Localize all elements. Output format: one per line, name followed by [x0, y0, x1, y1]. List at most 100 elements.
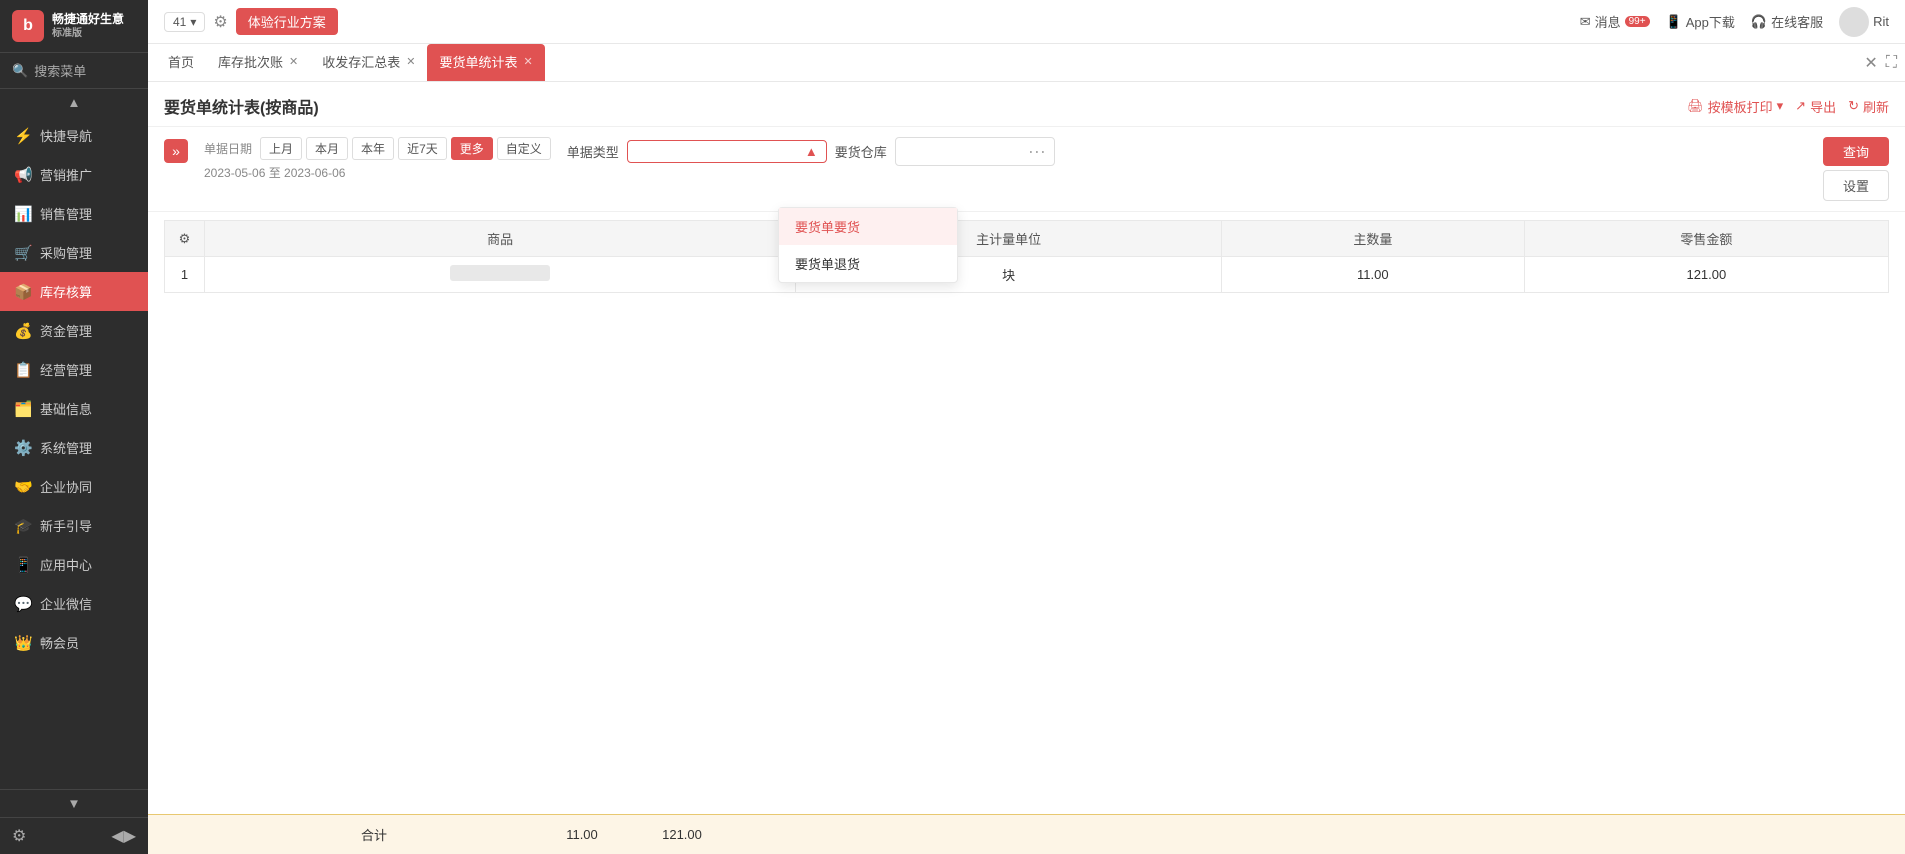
filter-expand-btn[interactable]: » — [164, 139, 188, 163]
main-area: 41 ▾ ⚙ 体验行业方案 ✉ 消息 99+ 📱 App下载 🎧 在线客服 R — [148, 0, 1905, 854]
table-container: ⚙ 商品 主计量单位 主数量 零售金额 1 — [148, 220, 1905, 293]
date-btn-this-year[interactable]: 本年 — [352, 137, 394, 160]
data-table: ⚙ 商品 主计量单位 主数量 零售金额 1 — [164, 220, 1889, 293]
app-logo-icon: b — [12, 10, 44, 42]
sidebar-logo: b 畅捷通好生意 标准版 — [0, 0, 148, 53]
tabs-actions: ✕ ⛶ — [1864, 53, 1897, 73]
sidebar-item-inventory[interactable]: 📦 库存核算 — [0, 272, 148, 311]
online-service-btn[interactable]: 🎧 在线客服 — [1751, 12, 1823, 31]
sidebar-search[interactable]: 🔍 搜索菜单 — [0, 53, 148, 88]
col-settings[interactable]: ⚙ — [165, 221, 205, 257]
topbar: 41 ▾ ⚙ 体验行业方案 ✉ 消息 99+ 📱 App下载 🎧 在线客服 R — [148, 0, 1905, 44]
sidebar-item-quick-nav[interactable]: ⚡ 快捷导航 — [0, 116, 148, 155]
purchase-icon: 🛒 — [14, 244, 32, 262]
col-qty: 主数量 — [1221, 221, 1524, 257]
type-dropdown: 要货单要货 要货单退货 — [778, 207, 958, 283]
sidebar-item-finance[interactable]: 💰 资金管理 — [0, 311, 148, 350]
page-container: 要货单统计表(按商品) 🖨 按模板打印 ▾ ↗ 导出 ↻ 刷新 — [148, 82, 1905, 854]
date-btn-7days[interactable]: 近7天 — [398, 137, 447, 160]
enterprise-icon: 🤝 — [14, 478, 32, 496]
tab-inventory-batch[interactable]: 库存批次账 ✕ — [206, 44, 310, 81]
table-row: 1 块 11.00 121.00 — [165, 257, 1889, 293]
sidebar: b 畅捷通好生意 标准版 🔍 搜索菜单 ▲ ⚡ 快捷导航 📢 营销推广 📊 销售… — [0, 0, 148, 854]
tab-home[interactable]: 首页 — [156, 44, 206, 81]
refresh-btn[interactable]: ↻ 刷新 — [1848, 97, 1889, 116]
footer-qty: 11.00 — [532, 827, 632, 842]
print-template-btn[interactable]: 🖨 按模板打印 ▾ — [1687, 97, 1783, 116]
trial-button[interactable]: 体验行业方案 — [236, 8, 338, 35]
content-spacer — [148, 293, 1905, 593]
footer-label: 合计 — [324, 825, 424, 844]
content-area: 要货单统计表(按商品) 🖨 按模板打印 ▾ ↗ 导出 ↻ 刷新 — [148, 82, 1905, 854]
expand-tabs-btn[interactable]: ⛶ — [1886, 54, 1897, 72]
print-chevron-icon: ▾ — [1777, 98, 1784, 114]
scroll-down-btn[interactable]: ▼ — [63, 792, 84, 815]
export-btn[interactable]: ↗ 导出 — [1795, 97, 1836, 116]
system-icon: ⚙️ — [14, 439, 32, 457]
sidebar-item-enterprise[interactable]: 🤝 企业协同 — [0, 467, 148, 506]
operations-icon: 📋 — [14, 361, 32, 379]
cell-amount: 121.00 — [1524, 257, 1888, 293]
date-btn-more[interactable]: 更多 — [451, 137, 493, 160]
sidebar-item-basic-info[interactable]: 🗂️ 基础信息 — [0, 389, 148, 428]
warehouse-select[interactable]: ··· — [895, 137, 1055, 166]
company-selector[interactable]: 41 ▾ — [164, 12, 205, 32]
col-amount: 零售金额 — [1524, 221, 1888, 257]
sidebar-scroll-up: ▲ — [0, 88, 148, 116]
topbar-settings-icon[interactable]: ⚙ — [213, 12, 227, 32]
tab-order-summary[interactable]: 要货单统计表 ✕ — [427, 44, 544, 81]
query-button[interactable]: 查询 — [1823, 137, 1889, 166]
sidebar-item-guide[interactable]: 🎓 新手引导 — [0, 506, 148, 545]
col-product: 商品 — [205, 221, 796, 257]
page-title: 要货单统计表(按商品) — [164, 94, 319, 118]
company-chevron-icon: ▾ — [190, 15, 196, 29]
sidebar-item-member[interactable]: 👑 畅会员 — [0, 623, 148, 662]
page-header: 要货单统计表(按商品) 🖨 按模板打印 ▾ ↗ 导出 ↻ 刷新 — [148, 82, 1905, 127]
topbar-right: ✉ 消息 99+ 📱 App下载 🎧 在线客服 Rit — [1580, 7, 1889, 37]
filter-actions: 查询 设置 — [1823, 137, 1889, 201]
sidebar-item-system[interactable]: ⚙️ 系统管理 — [0, 428, 148, 467]
sidebar-item-sales[interactable]: 📊 销售管理 — [0, 194, 148, 233]
sidebar-item-app-center[interactable]: 📱 应用中心 — [0, 545, 148, 584]
footer-amount: 121.00 — [632, 827, 732, 842]
sidebar-item-operations[interactable]: 📋 经营管理 — [0, 350, 148, 389]
date-range-display: 2023-05-06 至 2023-06-06 — [204, 164, 551, 181]
sidebar-scroll-down: ▼ — [0, 789, 148, 817]
marketing-icon: 📢 — [14, 166, 32, 184]
tab-close-order-summary[interactable]: ✕ — [524, 55, 533, 68]
sales-icon: 📊 — [14, 205, 32, 223]
basic-info-icon: 🗂️ — [14, 400, 32, 418]
tab-receipt-summary[interactable]: 收发存汇总表 ✕ — [310, 44, 427, 81]
scroll-up-btn[interactable]: ▲ — [63, 91, 84, 114]
page-actions: 🖨 按模板打印 ▾ ↗ 导出 ↻ 刷新 — [1687, 97, 1889, 116]
user-avatar — [1839, 7, 1869, 37]
date-btn-custom[interactable]: 自定义 — [497, 137, 551, 160]
warehouse-more-icon: ··· — [1028, 141, 1046, 162]
dropdown-item-order[interactable]: 要货单要货 — [779, 208, 957, 245]
member-icon: 👑 — [14, 634, 32, 652]
cell-qty: 11.00 — [1221, 257, 1524, 293]
sidebar-item-wechat[interactable]: 💬 企业微信 — [0, 584, 148, 623]
date-btn-this-month[interactable]: 本月 — [306, 137, 348, 160]
messages-btn[interactable]: ✉ 消息 99+ — [1580, 12, 1650, 31]
export-icon: ↗ — [1795, 98, 1806, 114]
settings-button[interactable]: 设置 — [1823, 170, 1889, 201]
tab-close-inventory-batch[interactable]: ✕ — [289, 55, 298, 68]
type-filter-group: 单据类型 ▲ 要货仓库 ··· — [567, 137, 1807, 166]
collapse-sidebar-icon[interactable]: ◀▶ — [111, 826, 136, 846]
guide-icon: 🎓 — [14, 517, 32, 535]
sidebar-item-purchase[interactable]: 🛒 采购管理 — [0, 233, 148, 272]
user-avatar-btn[interactable]: Rit — [1839, 7, 1889, 37]
messages-icon: ✉ — [1580, 14, 1591, 30]
app-center-icon: 📱 — [14, 556, 32, 574]
dropdown-item-return[interactable]: 要货单退货 — [779, 245, 957, 282]
date-btn-prev-month[interactable]: 上月 — [260, 137, 302, 160]
search-icon: 🔍 — [12, 63, 28, 79]
sidebar-item-marketing[interactable]: 📢 营销推广 — [0, 155, 148, 194]
type-select[interactable]: ▲ — [627, 140, 827, 163]
tab-close-receipt-summary[interactable]: ✕ — [406, 55, 415, 68]
close-all-tabs-btn[interactable]: ✕ — [1864, 53, 1877, 73]
settings-gear-icon[interactable]: ⚙ — [12, 826, 26, 846]
date-filter-group: 单据日期 上月 本月 本年 近7天 更多 自定义 2023-05-06 至 20… — [204, 137, 551, 181]
app-download-btn[interactable]: 📱 App下载 — [1666, 12, 1735, 31]
